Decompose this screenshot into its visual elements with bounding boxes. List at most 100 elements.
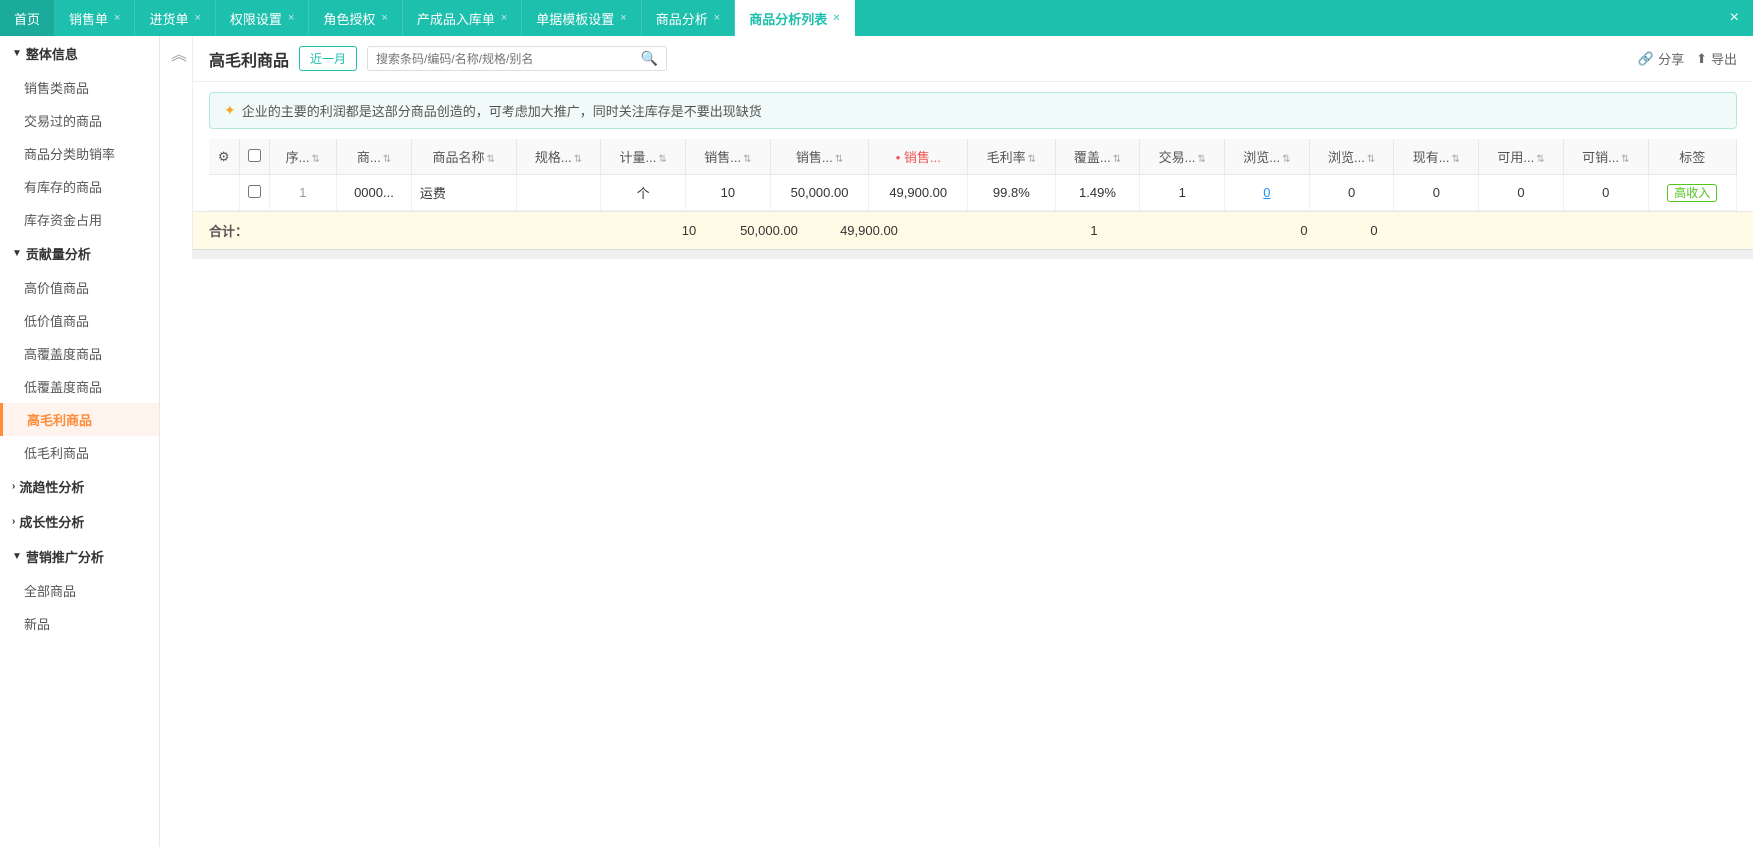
footer-totals: 合计： 10 50,000.00 49,900.00	[193, 211, 1753, 249]
cell-sales-amount: 50,000.00	[770, 175, 869, 211]
nav-goods-analysis-list-close[interactable]: ×	[833, 12, 839, 24]
sidebar-item-new-goods[interactable]: 新品	[0, 607, 159, 640]
col-current-stock: 现有...⇅	[1394, 139, 1479, 175]
arrow-icon-4: ›	[12, 516, 15, 527]
col-views1: 浏览...⇅	[1225, 139, 1310, 175]
search-icon[interactable]: 🔍	[641, 50, 658, 67]
table-container[interactable]: ⚙ 序...⇅ 商...⇅ 商品名称⇅ 规格...⇅ 计量...⇅ 销售...⇅…	[193, 139, 1753, 211]
col-sales-qty: 销售...⇅	[686, 139, 771, 175]
nav-close-all-button[interactable]: ×	[1716, 9, 1753, 27]
sidebar-item-all-goods[interactable]: 全部商品	[0, 574, 159, 607]
nav-finished-goods[interactable]: 产成品入库单 ×	[403, 0, 522, 36]
page-title: 高毛利商品	[209, 47, 289, 71]
col-saleable: 可销...⇅	[1563, 139, 1648, 175]
sidebar-item-low-value[interactable]: 低价值商品	[0, 304, 159, 337]
cell-gross-margin: 99.8%	[968, 175, 1056, 211]
nav-role-auth[interactable]: 角色授权 ×	[309, 0, 402, 36]
cell-views1[interactable]: 0	[1225, 175, 1310, 211]
sidebar-item-low-margin[interactable]: 低毛利商品	[0, 436, 159, 469]
share-button[interactable]: 🔗 分享	[1638, 49, 1684, 68]
nav-sales-order-close[interactable]: ×	[114, 12, 120, 24]
sidebar-group-trend[interactable]: › 流趋性分析	[0, 469, 159, 504]
sidebar-item-high-coverage[interactable]: 高覆盖度商品	[0, 337, 159, 370]
col-views2: 浏览...⇅	[1309, 139, 1394, 175]
footer-available: 0	[1339, 223, 1409, 238]
top-nav: 首页 销售单 × 进货单 × 权限设置 × 角色授权 × 产成品入库单 × 单据…	[0, 0, 1753, 36]
info-banner: ✦ 企业的主要的利润都是这部分商品创造的，可考虑加大推广，同时关注库存是不要出现…	[209, 92, 1737, 129]
nav-home[interactable]: 首页	[0, 0, 55, 36]
nav-permission-settings[interactable]: 权限设置 ×	[216, 0, 309, 36]
sidebar-item-traded-goods[interactable]: 交易过的商品	[0, 104, 159, 137]
sidebar-group-growth[interactable]: › 成长性分析	[0, 504, 159, 539]
arrow-icon: ▼	[12, 48, 22, 59]
nav-goods-analysis[interactable]: 商品分析 ×	[642, 0, 735, 36]
nav-goods-analysis-list[interactable]: 商品分析列表 ×	[735, 0, 854, 36]
select-all-checkbox[interactable]	[248, 149, 261, 162]
header-actions: 🔗 分享 ⬆ 导出	[1638, 49, 1737, 68]
footer-sales-amount: 50,000.00	[719, 223, 819, 238]
sidebar-item-low-coverage[interactable]: 低覆盖度商品	[0, 370, 159, 403]
content-area: 《 高毛利商品 近一月 🔍 🔗 分享	[160, 36, 1753, 847]
col-settings[interactable]: ⚙	[209, 139, 239, 175]
cell-current-stock: 0	[1394, 175, 1479, 211]
sidebar-group-contribution[interactable]: ▼ 贡献量分析	[0, 236, 159, 271]
export-icon: ⬆	[1696, 51, 1707, 67]
sidebar-group-marketing[interactable]: ▼ 营销推广分析	[0, 539, 159, 574]
row-checkbox[interactable]	[248, 185, 261, 198]
goods-table: ⚙ 序...⇅ 商...⇅ 商品名称⇅ 规格...⇅ 计量...⇅ 销售...⇅…	[209, 139, 1737, 211]
filter-period-button[interactable]: 近一月	[299, 46, 357, 71]
col-sales-amount: 销售...⇅	[770, 139, 869, 175]
nav-template-settings-close[interactable]: ×	[620, 12, 626, 24]
cell-views2: 0	[1309, 175, 1394, 211]
col-name: 商品名称⇅	[411, 139, 516, 175]
sidebar-collapse-button[interactable]: 《	[160, 36, 193, 259]
sidebar-item-in-stock[interactable]: 有库存的商品	[0, 170, 159, 203]
nav-role-auth-close[interactable]: ×	[381, 12, 387, 24]
arrow-icon-3: ›	[12, 481, 15, 492]
search-input[interactable]	[376, 52, 641, 66]
nav-template-settings[interactable]: 单据模板设置 ×	[522, 0, 641, 36]
cell-sales-profit: 49,900.00	[869, 175, 968, 211]
table-row: 1 0000... 运费 个 10 50,000.00 49,900.00 99…	[209, 175, 1737, 211]
share-icon: 🔗	[1638, 51, 1654, 67]
sidebar-item-sales-goods[interactable]: 销售类商品	[0, 71, 159, 104]
table-header-row: ⚙ 序...⇅ 商...⇅ 商品名称⇅ 规格...⇅ 计量...⇅ 销售...⇅…	[209, 139, 1737, 175]
col-tag: 标签	[1648, 139, 1736, 175]
search-box: 🔍	[367, 46, 667, 71]
col-trade: 交易...⇅	[1140, 139, 1225, 175]
export-button[interactable]: ⬆ 导出	[1696, 49, 1737, 68]
horizontal-scrollbar[interactable]	[193, 249, 1753, 259]
info-icon: ✦	[224, 102, 236, 119]
cell-spec	[516, 175, 601, 211]
nav-sales-order[interactable]: 销售单 ×	[55, 0, 135, 36]
sidebar: ▼ 整体信息 销售类商品 交易过的商品 商品分类助销率 有库存的商品 库存资金占…	[0, 36, 160, 847]
nav-finished-goods-close[interactable]: ×	[501, 12, 507, 24]
nav-goods-analysis-close[interactable]: ×	[714, 12, 720, 24]
col-index: 序...⇅	[269, 139, 337, 175]
arrow-icon-2: ▼	[12, 248, 22, 259]
col-coverage: 覆盖...⇅	[1055, 139, 1140, 175]
nav-purchase-order[interactable]: 进货单 ×	[135, 0, 215, 36]
col-code: 商...⇅	[337, 139, 412, 175]
cell-available: 0	[1479, 175, 1564, 211]
footer-trade: 1	[1059, 223, 1129, 238]
cell-checkbox[interactable]	[239, 175, 269, 211]
main-layout: ▼ 整体信息 销售类商品 交易过的商品 商品分类助销率 有库存的商品 库存资金占…	[0, 36, 1753, 847]
cell-trade: 1	[1140, 175, 1225, 211]
sidebar-item-stock-capital[interactable]: 库存资金占用	[0, 203, 159, 236]
cell-index: 1	[269, 175, 337, 211]
col-checkbox[interactable]	[239, 139, 269, 175]
cell-unit: 个	[601, 175, 686, 211]
col-gross-margin: 毛利率⇅	[968, 139, 1056, 175]
sidebar-item-high-margin[interactable]: 高毛利商品	[0, 403, 159, 436]
cell-coverage: 1.49%	[1055, 175, 1140, 211]
nav-purchase-order-close[interactable]: ×	[194, 12, 200, 24]
arrow-icon-5: ▼	[12, 551, 22, 562]
sidebar-item-category-rate[interactable]: 商品分类助销率	[0, 137, 159, 170]
sidebar-item-high-value[interactable]: 高价值商品	[0, 271, 159, 304]
sidebar-group-overall[interactable]: ▼ 整体信息	[0, 36, 159, 71]
cell-tag: 高收入	[1648, 175, 1736, 211]
tag-badge: 高收入	[1667, 184, 1717, 202]
footer-sales-profit: 49,900.00	[819, 223, 919, 238]
nav-permission-settings-close[interactable]: ×	[288, 12, 294, 24]
